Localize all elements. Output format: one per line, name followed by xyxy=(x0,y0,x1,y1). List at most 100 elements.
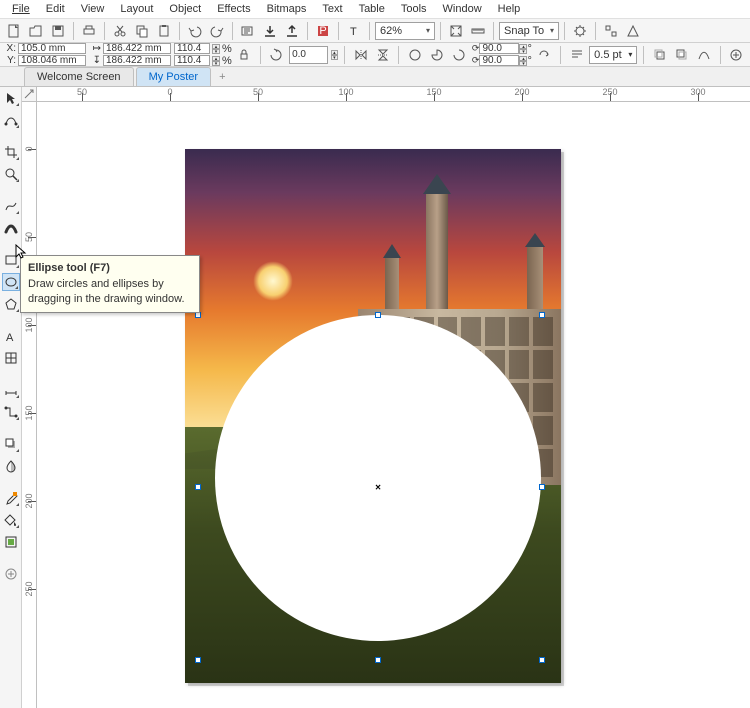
options-button[interactable] xyxy=(570,21,590,41)
lock-ratio-button[interactable] xyxy=(235,45,254,65)
publish-pdf-button[interactable]: P xyxy=(313,21,333,41)
quick-customize-button[interactable] xyxy=(727,45,746,65)
smart-fill-tool[interactable] xyxy=(2,533,20,551)
mirror-horizontal-button[interactable] xyxy=(351,45,370,65)
spin-down[interactable]: ▾ xyxy=(212,49,220,54)
selection-handle-n[interactable] xyxy=(375,312,381,318)
polygon-tool[interactable] xyxy=(2,295,20,313)
search-content-button[interactable] xyxy=(238,21,258,41)
selection-handle-s[interactable] xyxy=(375,657,381,663)
scale-y-input[interactable]: 110.4 xyxy=(174,55,210,66)
quick-customize-toolbox[interactable] xyxy=(2,565,20,583)
tab-my-poster[interactable]: My Poster xyxy=(136,67,212,86)
menu-bitmaps[interactable]: Bitmaps xyxy=(259,1,315,17)
import-button[interactable] xyxy=(260,21,280,41)
show-rulers-button[interactable] xyxy=(468,21,488,41)
wrap-text-button[interactable] xyxy=(567,45,586,65)
selection-handle-e[interactable] xyxy=(539,484,545,490)
svg-text:T: T xyxy=(350,26,357,38)
spin-down[interactable]: ▾ xyxy=(331,55,339,60)
rotation-angle-input[interactable]: 0.0 xyxy=(289,46,327,64)
artistic-media-tool[interactable] xyxy=(2,219,20,237)
ellipse-tool[interactable] xyxy=(2,273,20,291)
menu-file[interactable]: File xyxy=(4,1,38,17)
save-button[interactable] xyxy=(48,21,68,41)
pie-mode-button[interactable] xyxy=(428,45,447,65)
shape-tool[interactable] xyxy=(2,111,20,129)
menu-window[interactable]: Window xyxy=(435,1,490,17)
rotation-icon xyxy=(267,45,286,65)
tab-welcome-screen[interactable]: Welcome Screen xyxy=(24,67,134,86)
to-front-button[interactable] xyxy=(650,45,669,65)
ellipse-mode-button[interactable] xyxy=(405,45,424,65)
crop-tool[interactable] xyxy=(2,143,20,161)
undo-button[interactable] xyxy=(185,21,205,41)
drop-shadow-tool[interactable] xyxy=(2,435,20,453)
dimension-tool[interactable] xyxy=(2,381,20,399)
selection-handle-se[interactable] xyxy=(539,657,545,663)
snap-to-dropdown[interactable]: Snap To xyxy=(499,22,559,40)
text-tool[interactable]: A xyxy=(2,327,20,345)
pct-label: % xyxy=(222,55,232,67)
new-button[interactable] xyxy=(4,21,24,41)
start-angle-input[interactable]: 90.0 xyxy=(479,43,519,54)
menu-text[interactable]: Text xyxy=(314,1,350,17)
menu-effects[interactable]: Effects xyxy=(209,1,258,17)
launch-button[interactable] xyxy=(623,21,643,41)
document-tabs-bar: Welcome Screen My Poster + xyxy=(0,67,750,87)
arc-mode-button[interactable] xyxy=(450,45,469,65)
zoom-tool[interactable] xyxy=(2,165,20,183)
tab-add-button[interactable]: + xyxy=(213,68,231,86)
selection-handle-ne[interactable] xyxy=(539,312,545,318)
x-position-input[interactable]: 105.0 mm xyxy=(18,43,86,54)
selection-handle-nw[interactable] xyxy=(195,312,201,318)
svg-text:A: A xyxy=(6,332,14,343)
redo-button[interactable] xyxy=(207,21,227,41)
menu-table[interactable]: Table xyxy=(351,1,393,17)
end-angle-input[interactable]: 90.0 xyxy=(479,55,519,66)
interactive-fill-tool[interactable] xyxy=(2,511,20,529)
width-icon: ↦ xyxy=(89,43,101,54)
y-label: Y: xyxy=(4,55,16,66)
selection-handle-w[interactable] xyxy=(195,484,201,490)
freehand-tool[interactable] xyxy=(2,197,20,215)
full-screen-preview-button[interactable] xyxy=(446,21,466,41)
menu-object[interactable]: Object xyxy=(161,1,209,17)
eyedropper-tool[interactable] xyxy=(2,489,20,507)
change-direction-button[interactable] xyxy=(535,45,554,65)
outline-width-input[interactable]: 0.5 pt xyxy=(589,46,637,64)
cut-button[interactable] xyxy=(110,21,130,41)
mouse-cursor xyxy=(14,244,30,260)
height-icon: ↧ xyxy=(89,55,101,66)
ruler-origin[interactable] xyxy=(22,87,37,102)
connector-tool[interactable] xyxy=(2,403,20,421)
transparency-tool[interactable] xyxy=(2,457,20,475)
object-height-input[interactable]: 186.422 mm xyxy=(103,55,171,66)
menu-tools[interactable]: Tools xyxy=(393,1,435,17)
ellipse-object[interactable] xyxy=(215,315,541,641)
menu-help[interactable]: Help xyxy=(490,1,529,17)
to-back-button[interactable] xyxy=(672,45,691,65)
selection-handle-sw[interactable] xyxy=(195,657,201,663)
zoom-level-input[interactable]: 62% xyxy=(375,22,435,40)
scale-x-input[interactable]: 110.4 xyxy=(174,43,210,54)
open-button[interactable] xyxy=(26,21,46,41)
menu-edit[interactable]: Edit xyxy=(38,1,73,17)
table-tool[interactable] xyxy=(2,349,20,367)
print-button[interactable] xyxy=(79,21,99,41)
object-width-input[interactable]: 186.422 mm xyxy=(103,43,171,54)
spin-down[interactable]: ▾ xyxy=(212,61,220,66)
text-style-button[interactable]: T xyxy=(344,21,364,41)
align-distribute-button[interactable] xyxy=(601,21,621,41)
pick-tool[interactable] xyxy=(2,89,20,107)
y-position-input[interactable]: 108.046 mm xyxy=(18,55,86,66)
paste-button[interactable] xyxy=(154,21,174,41)
menu-layout[interactable]: Layout xyxy=(112,1,161,17)
menu-view[interactable]: View xyxy=(73,1,113,17)
mirror-vertical-button[interactable] xyxy=(373,45,392,65)
copy-button[interactable] xyxy=(132,21,152,41)
convert-curves-button[interactable] xyxy=(695,45,714,65)
drawing-canvas[interactable]: × xyxy=(37,102,750,708)
export-button[interactable] xyxy=(282,21,302,41)
start-angle-icon: ⟳ xyxy=(472,43,480,54)
